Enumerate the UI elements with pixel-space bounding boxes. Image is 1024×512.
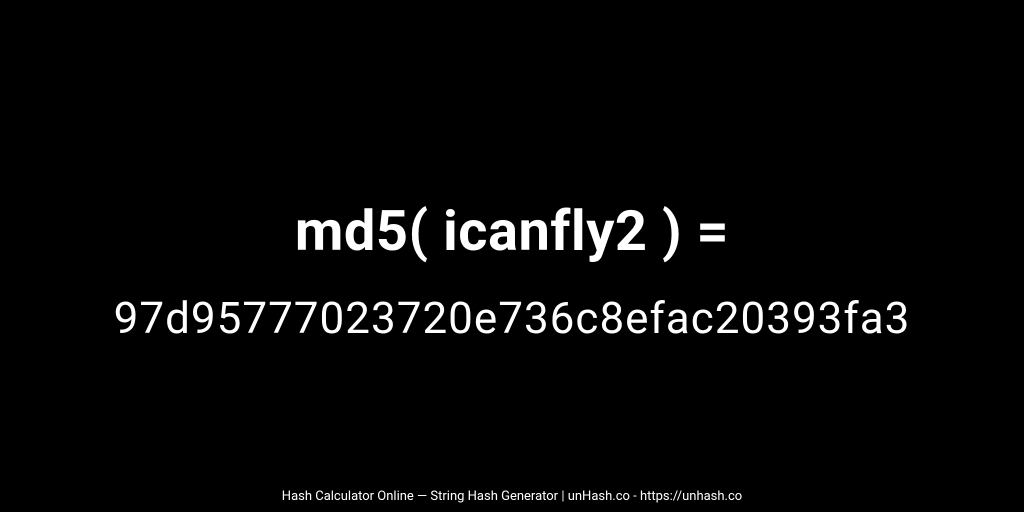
hash-result-container: md5( icanfly2 ) = 97d95777023720e736c8ef… bbox=[114, 0, 911, 512]
hash-output: 97d95777023720e736c8efac20393fa3 bbox=[114, 292, 911, 344]
hash-expression: md5( icanfly2 ) = bbox=[295, 198, 729, 264]
footer-text: Hash Calculator Online — String Hash Gen… bbox=[0, 489, 1024, 504]
